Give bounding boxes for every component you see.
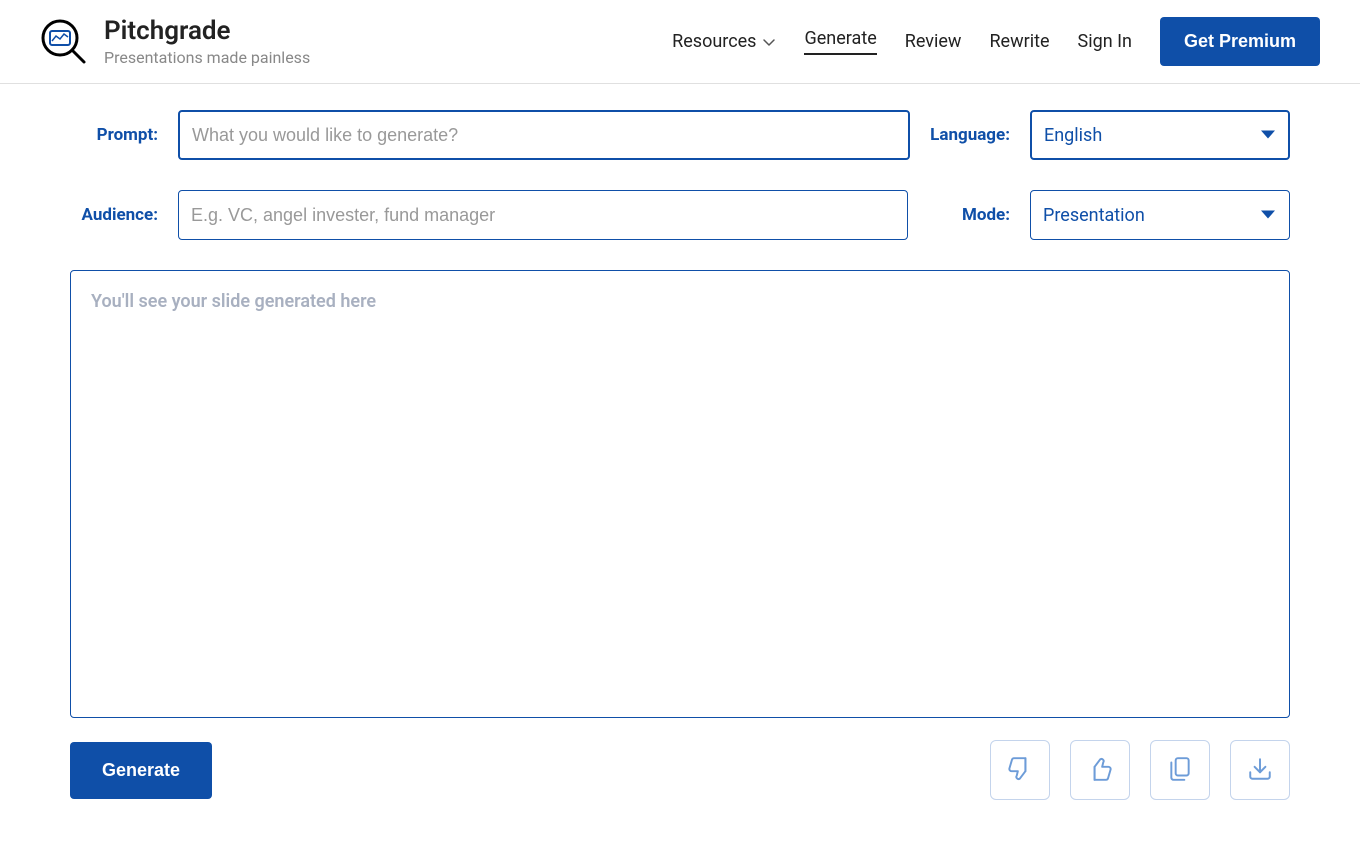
brand-text: Pitchgrade Presentations made painless — [104, 16, 310, 67]
nav-rewrite-label: Rewrite — [989, 31, 1049, 52]
nav-signin-label: Sign In — [1078, 31, 1132, 52]
output-area: You'll see your slide generated here — [70, 270, 1290, 718]
copy-icon — [1167, 756, 1193, 785]
download-button[interactable] — [1230, 740, 1290, 800]
mode-value: Presentation — [1043, 205, 1145, 226]
language-select[interactable]: English — [1030, 110, 1290, 160]
nav: Resources Generate Review Rewrite Sign I… — [672, 17, 1320, 66]
action-row: Generate — [70, 740, 1290, 800]
chevron-down-icon — [762, 35, 776, 49]
prompt-row: Prompt: Language: English — [70, 110, 1290, 160]
nav-signin[interactable]: Sign In — [1078, 31, 1132, 52]
copy-button[interactable] — [1150, 740, 1210, 800]
get-premium-button[interactable]: Get Premium — [1160, 17, 1320, 66]
nav-rewrite[interactable]: Rewrite — [989, 31, 1049, 52]
download-icon — [1247, 756, 1273, 785]
prompt-input[interactable] — [178, 110, 910, 160]
main-container: Prompt: Language: English Audience: Mode… — [0, 84, 1360, 826]
generate-button[interactable]: Generate — [70, 742, 212, 799]
language-select-wrapper: English — [1030, 110, 1290, 160]
nav-generate[interactable]: Generate — [804, 28, 876, 55]
audience-input[interactable] — [178, 190, 908, 240]
icon-buttons — [990, 740, 1290, 800]
brand-title: Pitchgrade — [104, 16, 310, 46]
thumbs-up-button[interactable] — [1070, 740, 1130, 800]
language-label: Language: — [930, 125, 1010, 145]
nav-review[interactable]: Review — [905, 31, 962, 52]
brand-subtitle: Presentations made painless — [104, 48, 310, 67]
language-value: English — [1044, 125, 1102, 146]
mode-select-wrapper: Presentation — [1030, 190, 1290, 240]
nav-generate-label: Generate — [804, 28, 876, 49]
thumbs-down-icon — [1007, 756, 1033, 785]
output-placeholder: You'll see your slide generated here — [91, 291, 1269, 312]
thumbs-down-button[interactable] — [990, 740, 1050, 800]
audience-label: Audience: — [70, 205, 158, 225]
thumbs-up-icon — [1087, 756, 1113, 785]
prompt-label: Prompt: — [70, 125, 158, 145]
brand[interactable]: Pitchgrade Presentations made painless — [40, 16, 310, 67]
audience-row: Audience: Mode: Presentation — [70, 190, 1290, 240]
logo-icon — [40, 18, 88, 66]
mode-select[interactable]: Presentation — [1030, 190, 1290, 240]
nav-resources[interactable]: Resources — [672, 31, 776, 52]
nav-review-label: Review — [905, 31, 962, 52]
mode-label: Mode: — [928, 205, 1010, 225]
header: Pitchgrade Presentations made painless R… — [0, 0, 1360, 84]
nav-resources-label: Resources — [672, 31, 756, 52]
